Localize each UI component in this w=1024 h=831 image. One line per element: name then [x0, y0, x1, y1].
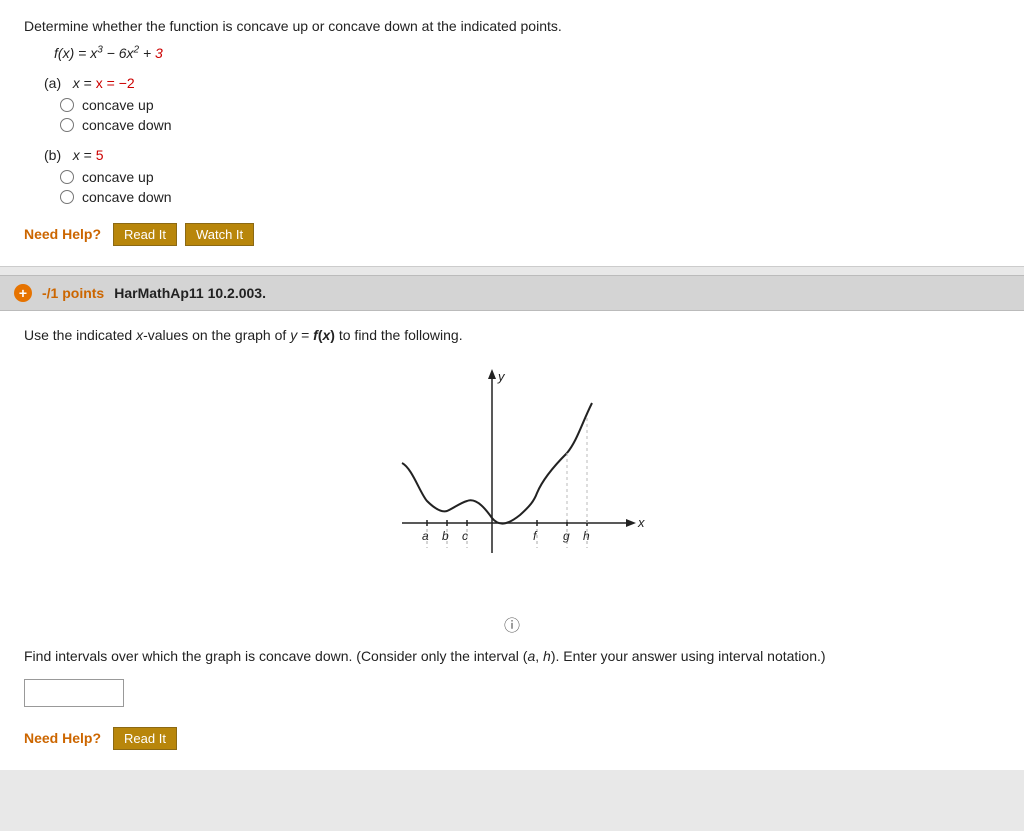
- read-it-button-1[interactable]: Read It: [113, 223, 177, 246]
- formula-text: f(x) = x3 − 6x2 + 3: [54, 45, 163, 61]
- graph-container: y x: [372, 363, 652, 596]
- read-it-button-2[interactable]: Read It: [113, 727, 177, 750]
- svg-text:g: g: [563, 529, 570, 543]
- part-b-label-down: concave down: [82, 189, 172, 205]
- part-b-label-up: concave up: [82, 169, 154, 185]
- svg-text:a: a: [422, 529, 429, 543]
- page-wrapper: Determine whether the function is concav…: [0, 0, 1024, 831]
- problem-text: Determine whether the function is concav…: [24, 18, 1000, 34]
- part-b-radio-up[interactable]: [60, 170, 74, 184]
- find-intervals-text: Find intervals over which the graph is c…: [24, 646, 1000, 667]
- svg-text:c: c: [462, 529, 468, 543]
- problem-id: HarMathAp11 10.2.003.: [114, 285, 266, 301]
- part-b-option-concave-up[interactable]: concave up: [60, 169, 1000, 185]
- graph-svg: y x: [372, 363, 652, 593]
- need-help-label-2: Need Help?: [24, 730, 101, 746]
- svg-text:x: x: [637, 515, 645, 530]
- svg-text:y: y: [497, 369, 506, 384]
- answer-input[interactable]: [24, 679, 124, 707]
- points-text: -/1 points: [42, 285, 104, 301]
- part-b: (b) x = 5 concave up concave down: [44, 147, 1000, 205]
- need-help-row-2: Need Help? Read It: [24, 727, 1000, 750]
- need-help-label-1: Need Help?: [24, 226, 101, 242]
- part-b-radio-down[interactable]: [60, 190, 74, 204]
- part-a-option-concave-up[interactable]: concave up: [60, 97, 1000, 113]
- section2-description: Use the indicated x-values on the graph …: [24, 327, 1000, 343]
- part-a-option-concave-down[interactable]: concave down: [60, 117, 1000, 133]
- section2-header: + -/1 points HarMathAp11 10.2.003.: [0, 275, 1024, 311]
- section1: Determine whether the function is concav…: [0, 0, 1024, 267]
- need-help-row-1: Need Help? Read It Watch It: [24, 223, 1000, 246]
- svg-text:h: h: [583, 529, 590, 543]
- part-b-option-concave-down[interactable]: concave down: [60, 189, 1000, 205]
- plus-circle-icon: +: [14, 284, 32, 302]
- section2-body: Use the indicated x-values on the graph …: [0, 311, 1024, 770]
- part-a-radio-up[interactable]: [60, 98, 74, 112]
- part-a: (a) x = x = −2 concave up concave down: [44, 75, 1000, 133]
- graph-info-icon: ⓘ: [24, 612, 1000, 636]
- part-a-label-down: concave down: [82, 117, 172, 133]
- watch-it-button[interactable]: Watch It: [185, 223, 254, 246]
- svg-text:b: b: [442, 529, 449, 543]
- formula-display: f(x) = x3 − 6x2 + 3: [54, 44, 1000, 61]
- part-a-radio-down[interactable]: [60, 118, 74, 132]
- part-b-label: (b) x = 5: [44, 147, 1000, 163]
- part-a-label-up: concave up: [82, 97, 154, 113]
- part-a-label: (a) x = x = −2: [44, 75, 1000, 91]
